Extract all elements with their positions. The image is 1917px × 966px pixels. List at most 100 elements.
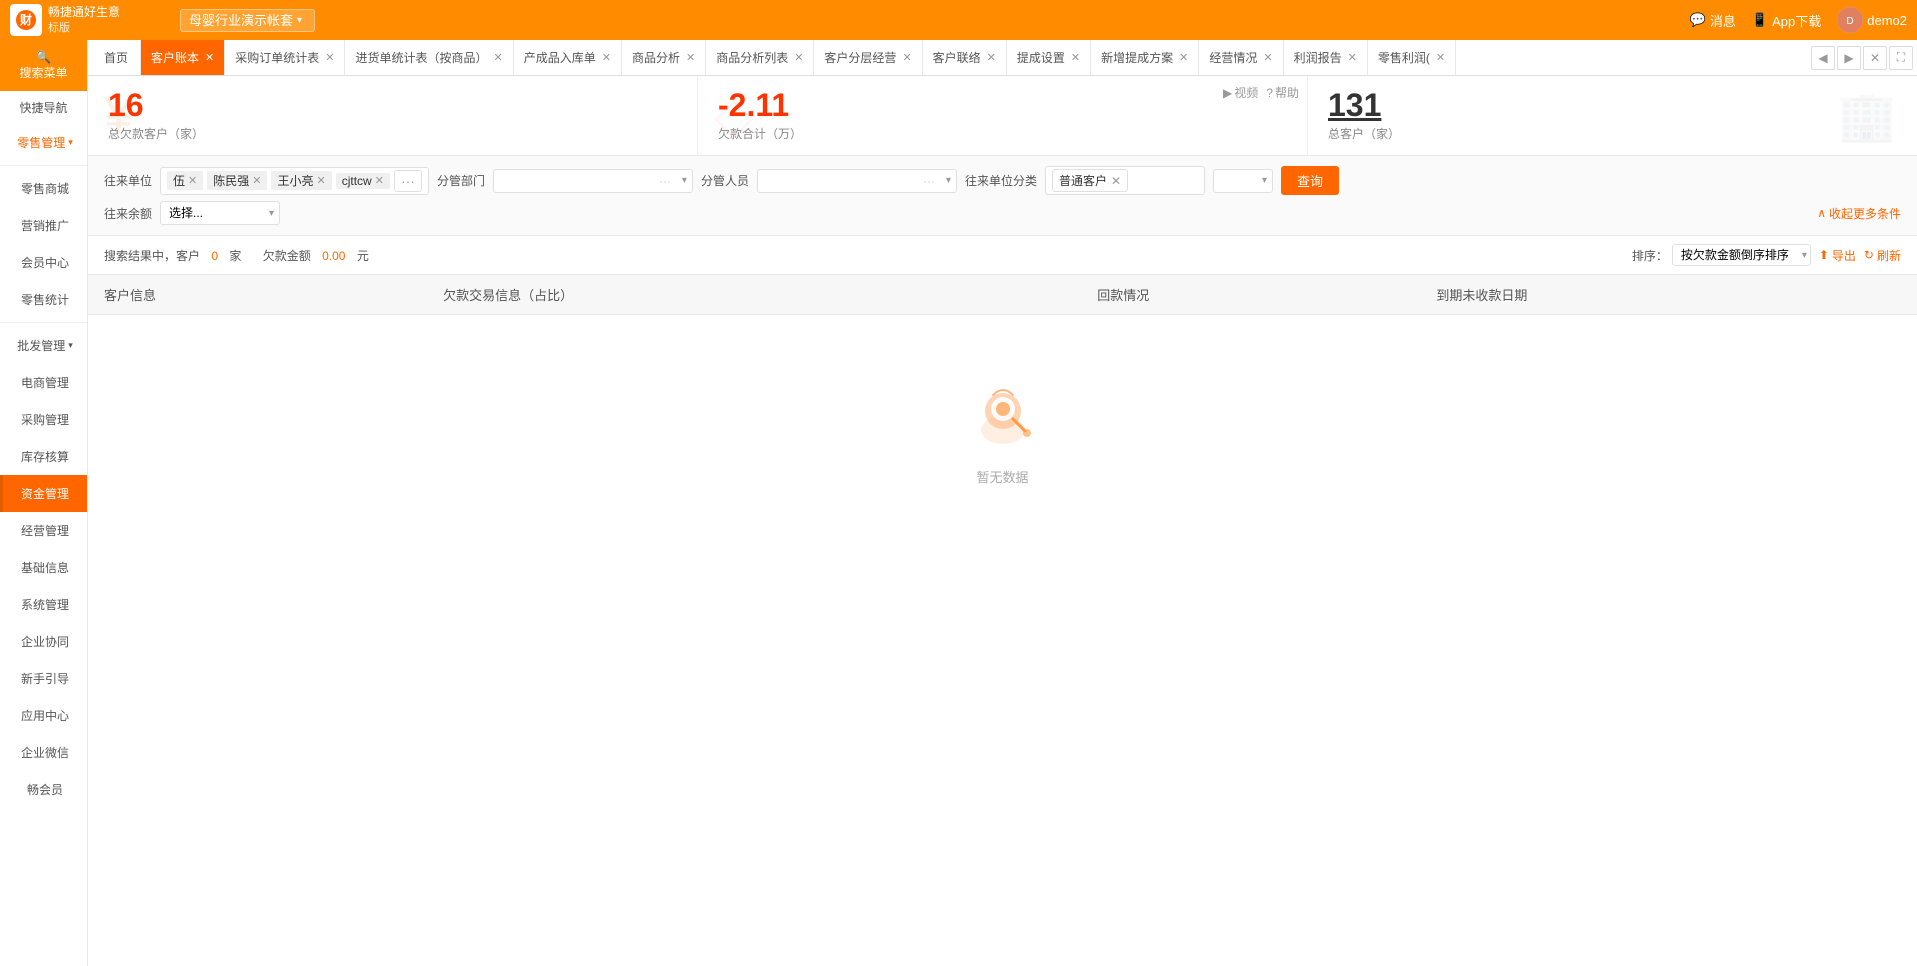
th-customer-info: 客户信息 — [88, 275, 427, 315]
workspace-selector-wrap[interactable]: 母婴行业演示帐套 ▾ — [180, 9, 302, 32]
balance-filter-select[interactable]: 选择... — [160, 201, 280, 225]
logo-area: 财 畅捷通好生意 标版 — [10, 4, 170, 36]
tab-close-new-promotion[interactable]: ✕ — [1179, 51, 1188, 64]
tab-close-retail-profit[interactable]: ✕ — [1436, 51, 1445, 64]
filter-bar: 往来单位 伍 ✕ 陈民强 ✕ 王小亮 ✕ — [88, 156, 1917, 236]
tab-retail-profit[interactable]: 零售利润( ✕ — [1368, 40, 1456, 76]
app-download-btn[interactable]: 📱 App下载 — [1752, 11, 1821, 30]
unit-category-select[interactable] — [1213, 169, 1273, 193]
sidebar-item-wechat[interactable]: 企业微信 — [0, 734, 87, 771]
tab-new-promotion[interactable]: 新增提成方案 ✕ — [1091, 40, 1199, 76]
sidebar-item-inventory[interactable]: 库存核算 — [0, 438, 87, 475]
unit-tag-2-close[interactable]: ✕ — [317, 174, 326, 187]
unit-category-tag-close[interactable]: ✕ — [1111, 174, 1121, 188]
balance-filter-select-wrap: 选择... ▾ — [160, 201, 280, 225]
sidebar-item-enterprise[interactable]: 企业协同 — [0, 623, 87, 660]
unit-tags-more-btn[interactable]: ··· — [394, 170, 422, 192]
unit-tag-3[interactable]: cjttcw ✕ — [336, 173, 390, 189]
sidebar-item-batch-mgmt[interactable]: 批发管理 ▾ — [0, 327, 87, 364]
sidebar-item-retail-mall[interactable]: 零售商城 — [0, 170, 87, 207]
unit-tag-3-close[interactable]: ✕ — [375, 174, 384, 187]
tab-close-all-btn[interactable]: ✕ — [1863, 46, 1887, 70]
tab-customer-contact[interactable]: 客户联络 ✕ — [923, 40, 1007, 76]
app-container: 财 畅捷通好生意 标版 母婴行业演示帐套 ▾ 💬 消息 📱 App下载 — [0, 0, 1917, 966]
dept-clear-icon[interactable]: ··· — [659, 174, 671, 188]
tab-close-profit-report[interactable]: ✕ — [1348, 51, 1357, 64]
unit-tag-0-close[interactable]: ✕ — [188, 174, 197, 187]
sidebar-item-search[interactable]: 🔍 搜索菜单 — [0, 40, 87, 91]
export-btn[interactable]: ⬆ 导出 — [1819, 247, 1856, 264]
person-clear-icon[interactable]: ··· — [923, 174, 935, 188]
tab-close-purchase-order[interactable]: ✕ — [325, 51, 334, 64]
data-table: 客户信息 欠款交易信息（占比） 回款情况 到期未收款日期 — [88, 275, 1917, 546]
help-btn[interactable]: ? 帮助 — [1266, 84, 1299, 101]
sidebar-item-member-center[interactable]: 会员中心 — [0, 244, 87, 281]
collapse-filter-btn[interactable]: ∧ 收起更多条件 — [1817, 205, 1901, 222]
tab-credit[interactable]: 客户账本 ✕ — [141, 40, 225, 76]
avatar: D — [1837, 7, 1863, 33]
tab-close-production[interactable]: ✕ — [602, 51, 611, 64]
tab-next-btn[interactable]: ▶ — [1837, 46, 1861, 70]
tab-close-customer-tier[interactable]: ✕ — [902, 51, 911, 64]
refresh-btn[interactable]: ↻ 刷新 — [1864, 247, 1901, 264]
search-button[interactable]: 查询 — [1281, 166, 1339, 195]
result-bar: 搜索结果中，客户 0 家 欠款金额 0.00 元 排序： — [88, 236, 1917, 275]
summary-bar: ¥ 16 总欠款客户（家） ◇ -2.11 欠款合计（万） ▶ 视频 — [88, 76, 1917, 156]
sidebar-item-quicknav[interactable]: 快捷导航 — [0, 91, 87, 124]
user-avatar-btn[interactable]: D demo2 — [1837, 7, 1907, 33]
tab-home[interactable]: 首页 — [92, 40, 141, 76]
sidebar-item-guide[interactable]: 新手引导 — [0, 660, 87, 697]
tab-close-promotion-settings[interactable]: ✕ — [1071, 51, 1080, 64]
video-help-btn[interactable]: ▶ 视频 — [1223, 84, 1258, 101]
tab-fullscreen-btn[interactable]: ⛶ — [1889, 46, 1913, 70]
logo-text: 畅捷通好生意 标版 — [48, 5, 120, 35]
tab-purchase-order[interactable]: 采购订单统计表 ✕ — [225, 40, 345, 76]
sort-select[interactable]: 按欠款金额倒序排序 — [1672, 244, 1811, 266]
summary-item-debt: ◇ -2.11 欠款合计（万） ▶ 视频 ? 帮助 — [698, 76, 1308, 155]
sidebar-item-retail-mgmt[interactable]: 零售管理 ▾ — [0, 124, 87, 161]
sidebar-item-member[interactable]: 畅会员 — [0, 771, 87, 808]
content-area: 首页 客户账本 ✕ 采购订单统计表 ✕ 进货单统计表（按商品） ✕ 产成品入库单… — [88, 40, 1917, 966]
table-header-row: 客户信息 欠款交易信息（占比） 回款情况 到期未收款日期 — [88, 275, 1917, 315]
tab-close-goods-analysis-list[interactable]: ✕ — [794, 51, 803, 64]
tab-close-instock-stats[interactable]: ✕ — [494, 51, 503, 64]
sidebar-item-retail-stats[interactable]: 零售统计 — [0, 281, 87, 318]
unit-category-filter[interactable]: 普通客户 ✕ — [1045, 166, 1205, 195]
empty-state: 暂无数据 — [88, 315, 1917, 546]
sidebar-item-basic-info[interactable]: 基础信息 — [0, 549, 87, 586]
sidebar-item-marketing[interactable]: 营销推广 — [0, 207, 87, 244]
tab-goods-analysis-list[interactable]: 商品分析列表 ✕ — [706, 40, 814, 76]
tab-close-goods-analysis[interactable]: ✕ — [686, 51, 695, 64]
unit-filter-label: 往来单位 — [104, 172, 152, 189]
tab-close-credit[interactable]: ✕ — [205, 51, 214, 64]
chevron-icon-2: ▾ — [68, 340, 73, 351]
unit-filter-tags[interactable]: 伍 ✕ 陈民强 ✕ 王小亮 ✕ cjttcw ✕ — [160, 167, 429, 195]
tab-close-operations[interactable]: ✕ — [1263, 51, 1272, 64]
sidebar-item-ecommerce[interactable]: 电商管理 — [0, 364, 87, 401]
unit-category-tag-0[interactable]: 普通客户 ✕ — [1052, 169, 1128, 192]
tab-prev-btn[interactable]: ◀ — [1811, 46, 1835, 70]
message-btn[interactable]: 💬 消息 — [1690, 11, 1736, 30]
sidebar-item-finance[interactable]: 资金管理 — [0, 475, 87, 512]
tab-customer-tier[interactable]: 客户分层经营 ✕ — [814, 40, 922, 76]
tab-goods-analysis[interactable]: 商品分析 ✕ — [622, 40, 706, 76]
unit-tag-1-close[interactable]: ✕ — [252, 174, 261, 187]
sort-label: 排序： — [1632, 247, 1668, 264]
tab-close-customer-contact[interactable]: ✕ — [987, 51, 996, 64]
sidebar-item-purchase[interactable]: 采购管理 — [0, 401, 87, 438]
unit-tag-0[interactable]: 伍 ✕ — [167, 171, 203, 190]
unit-tag-1[interactable]: 陈民强 ✕ — [207, 171, 267, 190]
unit-tag-2[interactable]: 王小亮 ✕ — [271, 171, 331, 190]
tab-production[interactable]: 产成品入库单 ✕ — [514, 40, 622, 76]
tab-profit-report[interactable]: 利润报告 ✕ — [1284, 40, 1368, 76]
sidebar-item-system[interactable]: 系统管理 — [0, 586, 87, 623]
sidebar-item-app-center[interactable]: 应用中心 — [0, 697, 87, 734]
sidebar-item-operations[interactable]: 经营管理 — [0, 512, 87, 549]
tab-instock-stats[interactable]: 进货单统计表（按商品） ✕ — [345, 40, 513, 76]
chevron-icon: ▾ — [68, 137, 73, 148]
workspace-selector[interactable]: 母婴行业演示帐套 — [180, 9, 315, 32]
tab-operations[interactable]: 经营情况 ✕ — [1199, 40, 1283, 76]
tab-promotion-settings[interactable]: 提成设置 ✕ — [1007, 40, 1091, 76]
export-icon: ⬆ — [1819, 248, 1829, 262]
search-result-label: 搜索结果中，客户 0 家 欠款金额 0.00 元 — [104, 249, 377, 263]
